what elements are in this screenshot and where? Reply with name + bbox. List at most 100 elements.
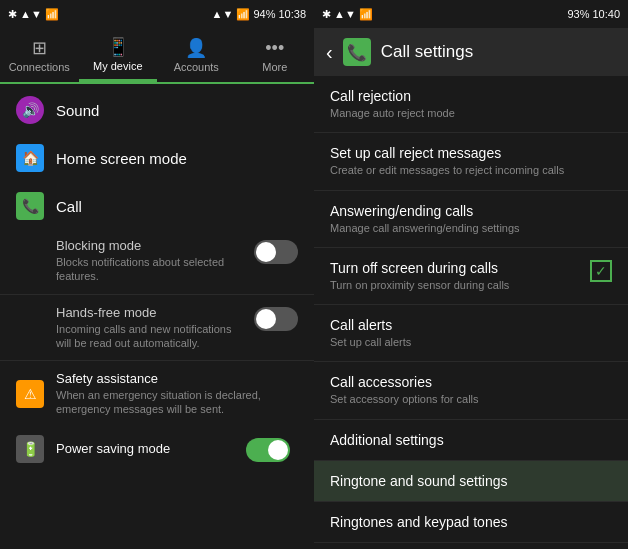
status-icons-right: ✱ ▲▼ 📶 <box>322 8 373 21</box>
status-bar-left: ✱ ▲▼ 📶 ▲▼ 📶 94% 10:38 <box>0 0 314 28</box>
left-panel: ✱ ▲▼ 📶 ▲▼ 📶 94% 10:38 ⊞ Connections 📱 My… <box>0 0 314 549</box>
ringtone-sound-title: Ringtone and sound settings <box>330 473 612 489</box>
blocking-mode-item[interactable]: Blocking mode Blocks notifications about… <box>0 228 314 295</box>
reject-messages-desc: Create or edit messages to reject incomi… <box>330 163 612 177</box>
call-settings-header: ‹ 📞 Call settings <box>314 28 628 76</box>
hands-free-content: Hands-free mode Incoming calls and new n… <box>56 305 246 351</box>
answering-ending-desc: Manage call answering/ending settings <box>330 221 612 235</box>
ringtones-keypad-item[interactable]: Ringtones and keypad tones <box>314 502 628 543</box>
tab-connections-label: Connections <box>9 61 70 73</box>
blocking-mode-title: Blocking mode <box>56 238 246 253</box>
more-icon: ••• <box>265 38 284 59</box>
tab-more-label: More <box>262 61 287 73</box>
call-accessories-item[interactable]: Call accessories Set accessory options f… <box>314 362 628 419</box>
tab-more[interactable]: ••• More <box>236 28 315 82</box>
call-accessories-desc: Set accessory options for calls <box>330 392 612 406</box>
toggle-knob-3 <box>268 440 288 460</box>
hands-free-item[interactable]: Hands-free mode Incoming calls and new n… <box>0 295 314 362</box>
call-rejection-title: Call rejection <box>330 88 612 104</box>
ringtones-keypad-title: Ringtones and keypad tones <box>330 514 612 530</box>
call-alerts-content: Call alerts Set up call alerts <box>330 317 612 349</box>
status-time-right: 93% 10:40 <box>567 8 620 20</box>
right-panel: ✱ ▲▼ 📶 93% 10:40 ‹ 📞 Call settings Call … <box>314 0 628 549</box>
turn-off-screen-content: Turn off screen during calls Turn on pro… <box>330 260 582 292</box>
status-bar-right: ✱ ▲▼ 📶 93% 10:40 <box>314 0 628 28</box>
turn-off-screen-item[interactable]: Turn off screen during calls Turn on pro… <box>314 248 628 305</box>
safety-content: Safety assistance When an emergency situ… <box>56 371 298 417</box>
additional-settings-content: Additional settings <box>330 432 612 448</box>
header-call-icon: 📞 <box>343 38 371 66</box>
call-rejection-desc: Manage auto reject mode <box>330 106 612 120</box>
bluetooth-icon-right: ✱ <box>322 8 331 21</box>
call-title: Call <box>56 198 82 215</box>
tab-bar: ⊞ Connections 📱 My device 👤 Accounts •••… <box>0 28 314 84</box>
call-alerts-title: Call alerts <box>330 317 612 333</box>
battery-left: ▲▼ 📶 94% <box>212 8 276 21</box>
tab-accounts[interactable]: 👤 Accounts <box>157 28 236 82</box>
ringtones-keypad-content: Ringtones and keypad tones <box>330 514 612 530</box>
home-icon: 🏠 <box>16 144 44 172</box>
safety-title: Safety assistance <box>56 371 298 386</box>
power-title: Power saving mode <box>56 441 170 456</box>
home-title: Home screen mode <box>56 150 187 167</box>
ringtone-sound-item[interactable]: Ringtone and sound settings <box>314 461 628 502</box>
status-right: ▲▼ 📶 94% 10:38 <box>212 8 306 21</box>
sound-title: Sound <box>56 102 99 119</box>
call-icon: 📞 <box>16 192 44 220</box>
tab-connections[interactable]: ⊞ Connections <box>0 28 79 82</box>
toggle-knob <box>256 242 276 262</box>
blocking-mode-desc: Blocks notifications about selected feat… <box>56 255 246 284</box>
answering-ending-content: Answering/ending calls Manage call answe… <box>330 203 612 235</box>
hands-free-toggle[interactable] <box>254 307 298 331</box>
power-icon: 🔋 <box>16 435 44 463</box>
signal-icons-right: ▲▼ 📶 <box>334 8 373 21</box>
connections-icon: ⊞ <box>32 37 47 59</box>
accounts-icon: 👤 <box>185 37 207 59</box>
additional-settings-item[interactable]: Additional settings <box>314 420 628 461</box>
call-alerts-desc: Set up call alerts <box>330 335 612 349</box>
settings-list: 🔊 Sound 🏠 Home screen mode 📞 Call Blocki… <box>0 84 314 549</box>
power-saving-section[interactable]: 🔋 Power saving mode <box>0 425 314 471</box>
header-title: Call settings <box>381 42 474 62</box>
call-rejection-content: Call rejection Manage auto reject mode <box>330 88 612 120</box>
call-accessories-title: Call accessories <box>330 374 612 390</box>
hands-free-title: Hands-free mode <box>56 305 246 320</box>
blocking-mode-toggle[interactable] <box>254 240 298 264</box>
reject-messages-item[interactable]: Set up call reject messages Create or ed… <box>314 133 628 190</box>
tab-accounts-label: Accounts <box>174 61 219 73</box>
bluetooth-icon: ✱ <box>8 8 17 21</box>
home-screen-section[interactable]: 🏠 Home screen mode <box>0 132 314 180</box>
hands-free-desc: Incoming calls and new notifications wil… <box>56 322 246 351</box>
call-alerts-item[interactable]: Call alerts Set up call alerts <box>314 305 628 362</box>
status-icons-left: ✱ ▲▼ 📶 <box>8 8 59 21</box>
my-device-icon: 📱 <box>107 36 129 58</box>
reject-messages-content: Set up call reject messages Create or ed… <box>330 145 612 177</box>
time-right: 10:40 <box>592 8 620 20</box>
ringtone-sound-content: Ringtone and sound settings <box>330 473 612 489</box>
turn-off-screen-title: Turn off screen during calls <box>330 260 582 276</box>
safety-icon: ⚠ <box>16 380 44 408</box>
tab-my-device[interactable]: 📱 My device <box>79 28 158 82</box>
battery-right: 93% <box>567 8 589 20</box>
tab-my-device-label: My device <box>93 60 143 72</box>
signal-icons: ▲▼ 📶 <box>20 8 59 21</box>
safety-section[interactable]: ⚠ Safety assistance When an emergency si… <box>0 361 314 425</box>
back-button[interactable]: ‹ <box>326 41 333 64</box>
additional-settings-title: Additional settings <box>330 432 612 448</box>
answering-ending-title: Answering/ending calls <box>330 203 612 219</box>
safety-desc: When an emergency situation is declared,… <box>56 388 298 417</box>
reject-messages-title: Set up call reject messages <box>330 145 612 161</box>
call-settings-list: Call rejection Manage auto reject mode S… <box>314 76 628 549</box>
time-left: 10:38 <box>278 8 306 20</box>
power-saving-toggle[interactable] <box>246 438 290 462</box>
call-rejection-item[interactable]: Call rejection Manage auto reject mode <box>314 76 628 133</box>
turn-off-screen-desc: Turn on proximity sensor during calls <box>330 278 582 292</box>
sound-section[interactable]: 🔊 Sound <box>0 84 314 132</box>
sound-icon: 🔊 <box>16 96 44 124</box>
call-accessories-content: Call accessories Set accessory options f… <box>330 374 612 406</box>
answering-ending-item[interactable]: Answering/ending calls Manage call answe… <box>314 191 628 248</box>
turn-off-screen-check: ✓ <box>590 260 612 282</box>
toggle-knob-2 <box>256 309 276 329</box>
blocking-mode-content: Blocking mode Blocks notifications about… <box>56 238 246 284</box>
call-section[interactable]: 📞 Call <box>0 180 314 228</box>
